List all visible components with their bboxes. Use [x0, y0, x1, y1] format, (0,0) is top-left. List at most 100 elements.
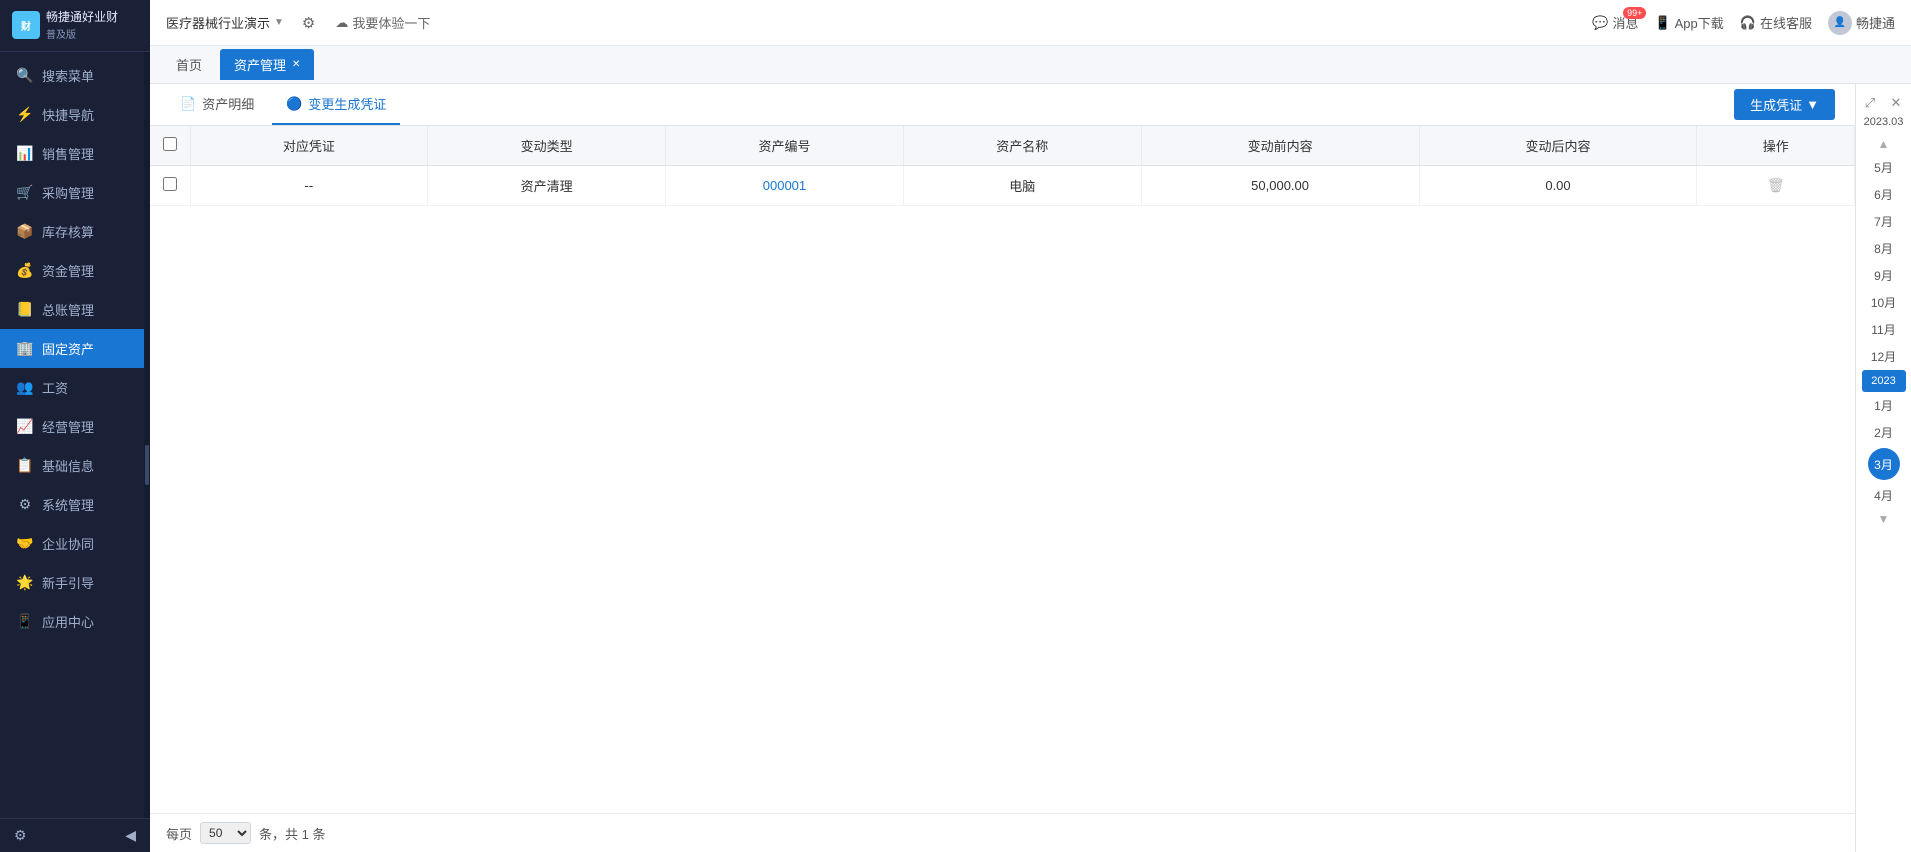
tab-home[interactable]: 首页: [162, 49, 216, 80]
sidebar-item-ledger[interactable]: 📒 总账管理: [0, 290, 144, 329]
tab-asset-management[interactable]: 资产管理 ✕: [220, 49, 314, 80]
customer-service-item[interactable]: 🎧 在线客服: [1740, 13, 1812, 32]
sidebar-item-label: 资金管理: [42, 261, 94, 280]
messages-badge: 99+: [1623, 7, 1646, 19]
user-name: 畅捷通: [1856, 13, 1895, 32]
sidebar-collapse-icon[interactable]: ◀: [125, 827, 136, 844]
app-download-icon: 📱: [1654, 15, 1670, 31]
sidebar-item-payroll[interactable]: 👥 工资: [0, 368, 144, 407]
generate-voucher-button[interactable]: 生成凭证 ▼: [1734, 89, 1835, 120]
sidebar-item-quick-nav[interactable]: ⚡ 快捷导航: [0, 95, 144, 134]
sidebar-item-label: 总账管理: [42, 300, 94, 319]
month-item[interactable]: 8月: [1862, 235, 1906, 262]
ledger-icon: 📒: [16, 301, 34, 318]
row-change-type: 资产清理: [428, 166, 666, 206]
month-item[interactable]: 5月: [1862, 154, 1906, 181]
sidebar-item-sales[interactable]: 📊 销售管理: [0, 134, 144, 173]
footer-settings-icon[interactable]: ⚙: [14, 827, 27, 844]
sidebar-item-search[interactable]: 🔍 搜索菜单: [0, 56, 144, 95]
basic-info-icon: 📋: [16, 457, 34, 474]
panel-close-icon[interactable]: ✕: [1885, 92, 1907, 114]
purchase-icon: 🛒: [16, 184, 34, 201]
table-row: -- 资产清理 000001 电脑 50,000.00 0.00 🗑: [150, 166, 1855, 206]
sidebar-footer: ⚙ ◀: [0, 818, 150, 852]
sub-tab-asset-detail[interactable]: 📄 资产明细: [166, 84, 268, 125]
user-item[interactable]: 👤 畅捷通: [1828, 11, 1895, 35]
table-header-change-type: 变动类型: [428, 126, 666, 166]
sub-tabs: 📄 资产明细 🔵 变更生成凭证 生成凭证 ▼: [150, 84, 1855, 126]
month-item[interactable]: 6月: [1862, 181, 1906, 208]
tab-home-label: 首页: [176, 58, 202, 73]
data-table: 对应凭证 变动类型 资产编号 资产名称: [150, 126, 1855, 206]
tab-close-icon[interactable]: ✕: [292, 59, 300, 70]
header-settings-icon[interactable]: ⚙: [302, 14, 315, 32]
month-item[interactable]: 9月: [1862, 262, 1906, 289]
table-header-before-change: 变动前内容: [1141, 126, 1419, 166]
month-item[interactable]: 7月: [1862, 208, 1906, 235]
per-page-select[interactable]: 50 10 20 100: [200, 822, 251, 844]
company-selector[interactable]: 医疗器械行业演示 ▼: [166, 13, 284, 32]
operations-icon: 📈: [16, 418, 34, 435]
sidebar-logo: 财 畅捷通好业财 普及版: [0, 0, 150, 52]
sidebar-item-label: 快捷导航: [42, 105, 94, 124]
sidebar-item-label: 工资: [42, 378, 68, 397]
main-area: 医疗器械行业演示 ▼ ⚙ ☁ 我要体验一下 💬 消息 99+ 📱 App下载 🎧…: [150, 0, 1911, 852]
row-checkbox-cell: [150, 166, 190, 206]
sidebar-item-fixed-assets[interactable]: 🏢 固定资产: [0, 329, 144, 368]
month-item-apr[interactable]: 4月: [1862, 482, 1906, 509]
top-header: 医疗器械行业演示 ▼ ⚙ ☁ 我要体验一下 💬 消息 99+ 📱 App下载 🎧…: [150, 0, 1911, 46]
row-checkbox[interactable]: [163, 177, 177, 191]
panel-expand-icon[interactable]: ⤢: [1859, 92, 1881, 114]
sidebar-item-guide[interactable]: 🌟 新手引导: [0, 563, 144, 602]
month-item[interactable]: 10月: [1862, 289, 1906, 316]
sidebar-item-operations[interactable]: 📈 经营管理: [0, 407, 144, 446]
month-item-feb[interactable]: 2月: [1862, 419, 1906, 446]
select-all-checkbox[interactable]: [163, 137, 177, 151]
header-right: 💬 消息 99+ 📱 App下载 🎧 在线客服 👤 畅捷通: [1592, 11, 1895, 35]
sidebar-nav: 🔍 搜索菜单 ⚡ 快捷导航 📊 销售管理 🛒 采购管理 📦 库存核算 💰: [0, 52, 144, 818]
sidebar: 财 畅捷通好业财 普及版 🔍 搜索菜单 ⚡ 快捷导航 📊 销售管理 🛒 采购管理: [0, 0, 150, 852]
sales-icon: 📊: [16, 145, 34, 162]
sidebar-item-collaboration[interactable]: 🤝 企业协同: [0, 524, 144, 563]
table-header-checkbox: [150, 126, 190, 166]
company-chevron-icon: ▼: [274, 17, 284, 28]
experience-label: 我要体验一下: [352, 13, 430, 32]
year-2023-label[interactable]: 2023: [1862, 370, 1906, 392]
sidebar-item-label: 基础信息: [42, 456, 94, 475]
collaboration-icon: 🤝: [16, 535, 34, 552]
messages-item[interactable]: 💬 消息 99+: [1592, 13, 1638, 32]
messages-icon: 💬: [1592, 15, 1608, 31]
row-delete-icon[interactable]: 🗑: [1767, 177, 1785, 193]
payroll-icon: 👥: [16, 379, 34, 396]
sidebar-scrollbar-thumb[interactable]: [145, 445, 149, 485]
experience-button[interactable]: ☁ 我要体验一下: [335, 13, 430, 32]
month-item[interactable]: 11月: [1862, 316, 1906, 343]
sidebar-item-inventory[interactable]: 📦 库存核算: [0, 212, 144, 251]
app-logo-icon: 财: [12, 11, 40, 39]
sidebar-item-funds[interactable]: 💰 资金管理: [0, 251, 144, 290]
sidebar-item-label: 企业协同: [42, 534, 94, 553]
sidebar-item-label: 系统管理: [42, 495, 94, 514]
row-asset-code: 000001: [666, 166, 904, 206]
table-header-operation: 操作: [1697, 126, 1855, 166]
month-item[interactable]: 12月: [1862, 343, 1906, 370]
scroll-down-arrow[interactable]: ▼: [1875, 509, 1893, 529]
sub-tab-change-voucher[interactable]: 🔵 变更生成凭证: [272, 84, 400, 125]
sidebar-item-label: 应用中心: [42, 612, 94, 631]
app-download-item[interactable]: 📱 App下载: [1654, 13, 1723, 32]
total-label: 条，共 1 条: [259, 824, 325, 843]
search-icon: 🔍: [16, 67, 34, 84]
row-after-change: 0.00: [1419, 166, 1697, 206]
sidebar-item-basic-info[interactable]: 📋 基础信息: [0, 446, 144, 485]
row-asset-name: 电脑: [903, 166, 1141, 206]
app-edition: 普及版: [46, 26, 118, 41]
scroll-up-arrow[interactable]: ▲: [1875, 134, 1893, 154]
sidebar-item-system[interactable]: ⚙ 系统管理: [0, 485, 144, 524]
generate-voucher-label: 生成凭证: [1750, 95, 1802, 114]
company-name: 医疗器械行业演示: [166, 13, 270, 32]
month-item-jan[interactable]: 1月: [1862, 392, 1906, 419]
customer-service-label: 在线客服: [1760, 13, 1812, 32]
month-item-mar[interactable]: 3月: [1868, 448, 1900, 480]
sidebar-item-app-center[interactable]: 📱 应用中心: [0, 602, 144, 641]
sidebar-item-purchase[interactable]: 🛒 采购管理: [0, 173, 144, 212]
